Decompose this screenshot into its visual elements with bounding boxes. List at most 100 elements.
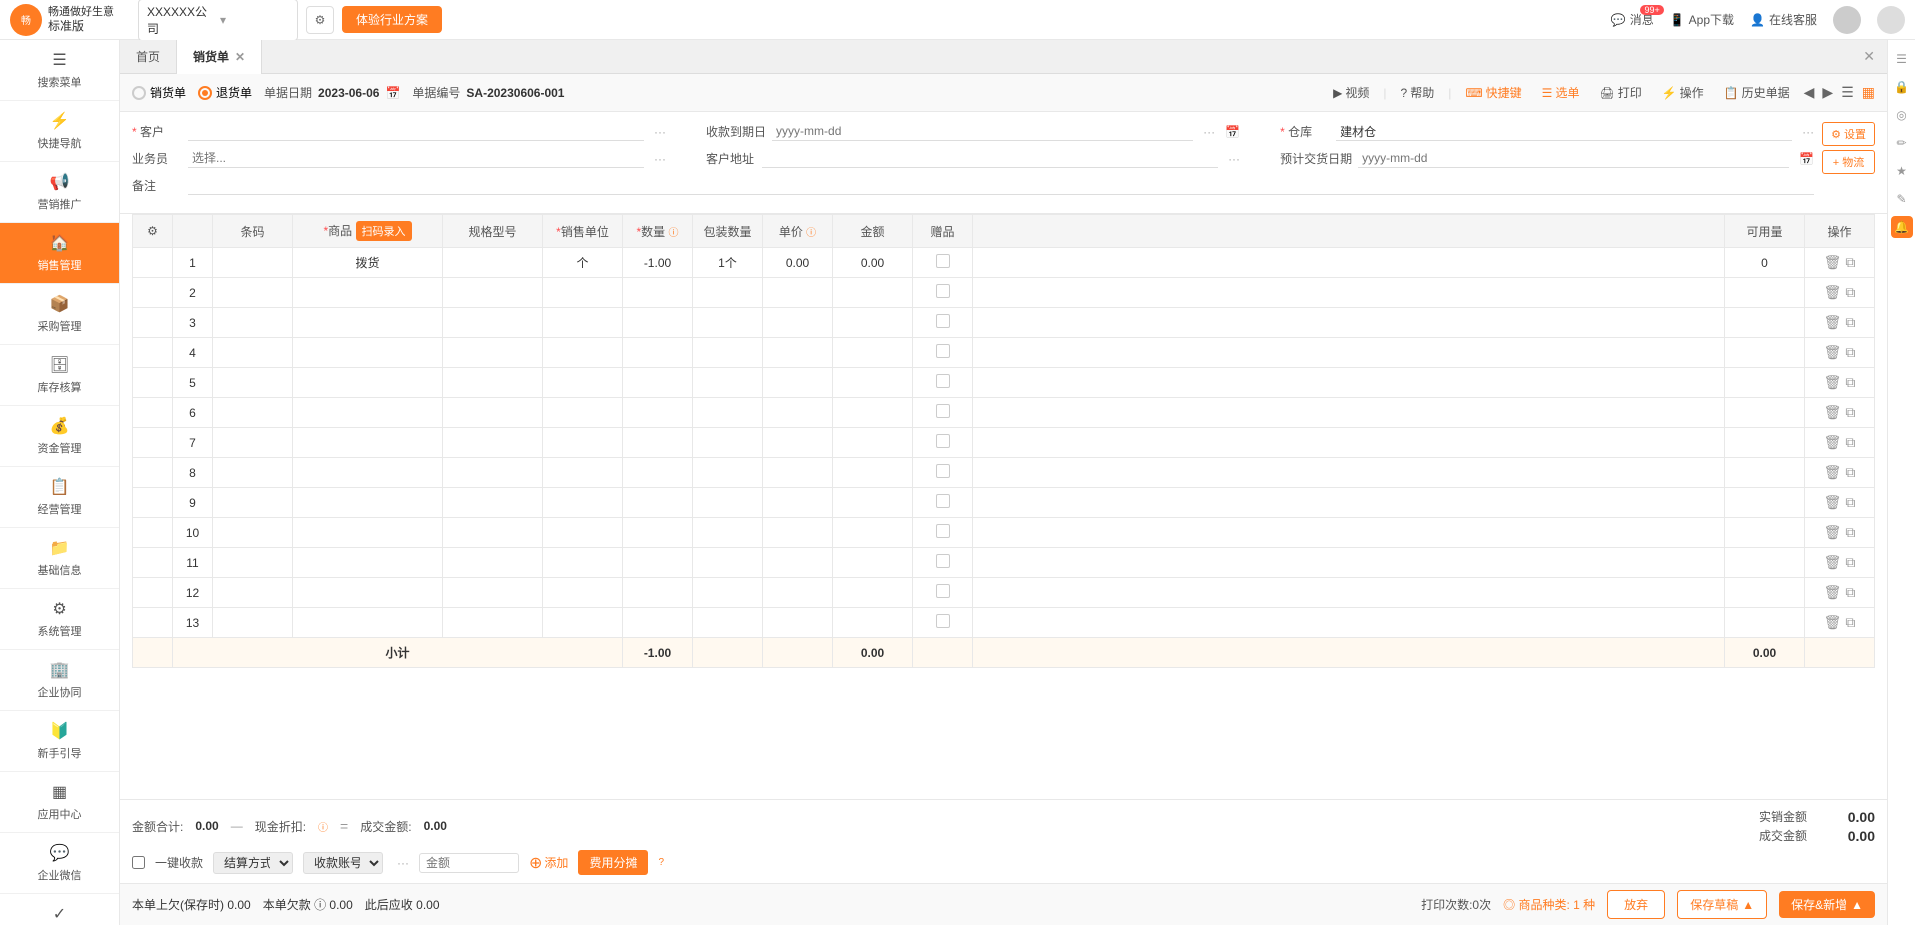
help-btn[interactable]: ? 帮助 xyxy=(1395,82,1441,103)
print-btn[interactable]: 🖨 打印 xyxy=(1593,82,1647,103)
notes-input[interactable] xyxy=(188,176,1814,195)
salesperson-dots-icon[interactable]: ··· xyxy=(654,152,666,166)
row-unit-cell[interactable] xyxy=(543,398,623,428)
right-panel-icon-6[interactable]: ✎ xyxy=(1891,188,1913,210)
save-new-button[interactable]: 保存&新增 ▲ xyxy=(1779,891,1875,918)
row-product-cell[interactable] xyxy=(293,488,443,518)
row-barcode-cell[interactable] xyxy=(213,248,293,278)
online-support-item[interactable]: 👤 在线客服 xyxy=(1750,11,1817,28)
sidebar-item-system[interactable]: ⚙ 系统管理 xyxy=(0,589,119,650)
user-avatar[interactable] xyxy=(1833,6,1861,34)
row-gift-cell[interactable] xyxy=(913,428,973,458)
row-product-cell[interactable] xyxy=(293,578,443,608)
row-pkg-qty-cell[interactable] xyxy=(693,278,763,308)
settings-button[interactable]: ⚙ 设置 xyxy=(1822,122,1875,146)
row-spec-cell[interactable] xyxy=(443,248,543,278)
view-grid-icon[interactable]: ▦ xyxy=(1862,84,1875,101)
row-barcode-cell[interactable] xyxy=(213,398,293,428)
row-amount-cell[interactable]: 0.00 xyxy=(833,248,913,278)
copy-icon[interactable]: ⧉ xyxy=(1845,344,1855,361)
row-gift-cell[interactable] xyxy=(913,338,973,368)
row-gift-cell[interactable] xyxy=(913,248,973,278)
nav-prev-icon[interactable]: ◀ xyxy=(1804,84,1815,101)
row-amount-cell[interactable] xyxy=(833,608,913,638)
row-pkg-qty-cell[interactable]: 1个 xyxy=(693,248,763,278)
row-spec-cell[interactable] xyxy=(443,278,543,308)
row-gift-cell[interactable] xyxy=(913,368,973,398)
row-barcode-cell[interactable] xyxy=(213,518,293,548)
message-item[interactable]: 💬 消息 99+ xyxy=(1611,11,1654,28)
copy-icon[interactable]: ⧉ xyxy=(1845,404,1855,421)
delete-icon[interactable]: 🗑 xyxy=(1824,314,1842,331)
history-btn[interactable]: 📋 历史单据 xyxy=(1718,82,1796,103)
video-btn[interactable]: ▶ 视频 xyxy=(1327,82,1375,103)
delete-icon[interactable]: 🗑 xyxy=(1824,554,1842,571)
settlement-method-select[interactable]: 结算方式 xyxy=(213,852,293,874)
row-amount-cell[interactable] xyxy=(833,548,913,578)
row-product-cell[interactable] xyxy=(293,368,443,398)
row-qty-cell[interactable] xyxy=(623,548,693,578)
row-gift-cell[interactable] xyxy=(913,308,973,338)
sidebar-item-inventory[interactable]: 🗄 库存核算 xyxy=(0,345,119,406)
copy-icon[interactable]: ⧉ xyxy=(1845,434,1855,451)
warehouse-input[interactable] xyxy=(1336,122,1792,141)
row-barcode-cell[interactable] xyxy=(213,608,293,638)
row-amount-cell[interactable] xyxy=(833,368,913,398)
copy-icon[interactable]: ⧉ xyxy=(1845,314,1855,331)
row-unit-cell[interactable] xyxy=(543,278,623,308)
sidebar-item-quick-nav[interactable]: ⚡ 快捷导航 xyxy=(0,101,119,162)
delete-icon[interactable]: 🗑 xyxy=(1824,434,1842,451)
delete-icon[interactable]: 🗑 xyxy=(1824,584,1842,601)
row-spec-cell[interactable] xyxy=(443,458,543,488)
customer-address-dots-icon[interactable]: ··· xyxy=(1228,152,1240,166)
row-spec-cell[interactable] xyxy=(443,488,543,518)
row-spec-cell[interactable] xyxy=(443,398,543,428)
row-unit-cell[interactable] xyxy=(543,488,623,518)
copy-icon[interactable]: ⧉ xyxy=(1845,494,1855,511)
row-amount-cell[interactable] xyxy=(833,458,913,488)
row-pkg-qty-cell[interactable] xyxy=(693,488,763,518)
page-close-icon[interactable]: ✕ xyxy=(1851,48,1887,65)
sidebar-item-marketing[interactable]: 📢 营销推广 xyxy=(0,162,119,223)
trial-button[interactable]: 体验行业方案 xyxy=(342,6,442,33)
right-panel-icon-1[interactable]: ☰ xyxy=(1891,48,1913,70)
row-qty-cell[interactable]: -1.00 xyxy=(623,248,693,278)
row-price-cell[interactable] xyxy=(763,308,833,338)
expected-date-input[interactable] xyxy=(1358,149,1789,168)
sidebar-item-app-center[interactable]: ▦ 应用中心 xyxy=(0,772,119,833)
row-qty-cell[interactable] xyxy=(623,398,693,428)
row-qty-cell[interactable] xyxy=(623,578,693,608)
row-unit-cell[interactable] xyxy=(543,338,623,368)
delete-icon[interactable]: 🗑 xyxy=(1824,344,1842,361)
customer-dots-icon[interactable]: ··· xyxy=(654,125,666,139)
th-settings[interactable]: ⚙ xyxy=(133,215,173,248)
sidebar-item-operations[interactable]: 📋 经营管理 xyxy=(0,467,119,528)
right-panel-icon-4[interactable]: ✏ xyxy=(1891,132,1913,154)
tab-close-icon[interactable]: ✕ xyxy=(235,50,245,64)
sidebar-item-member[interactable]: ✓ 畅会员 xyxy=(0,894,119,925)
warehouse-dots-icon[interactable]: ··· xyxy=(1802,125,1814,139)
copy-icon[interactable]: ⧉ xyxy=(1845,554,1855,571)
row-barcode-cell[interactable] xyxy=(213,338,293,368)
row-product-cell[interactable] xyxy=(293,608,443,638)
payment-date-calendar-icon[interactable]: 📅 xyxy=(1225,125,1240,139)
row-unit-cell[interactable] xyxy=(543,578,623,608)
row-price-cell[interactable] xyxy=(763,428,833,458)
row-amount-cell[interactable] xyxy=(833,578,913,608)
row-product-cell[interactable] xyxy=(293,278,443,308)
copy-icon[interactable]: ⧉ xyxy=(1845,464,1855,481)
row-spec-cell[interactable] xyxy=(443,428,543,458)
row-qty-cell[interactable] xyxy=(623,518,693,548)
logistics-button[interactable]: + 物流 xyxy=(1822,150,1875,174)
view-list-icon[interactable]: ☰ xyxy=(1841,84,1854,101)
row-qty-cell[interactable] xyxy=(623,428,693,458)
row-product-cell[interactable]: 拨货 xyxy=(293,248,443,278)
row-amount-cell[interactable] xyxy=(833,338,913,368)
row-gift-cell[interactable] xyxy=(913,488,973,518)
row-price-cell[interactable] xyxy=(763,548,833,578)
row-qty-cell[interactable] xyxy=(623,308,693,338)
row-barcode-cell[interactable] xyxy=(213,458,293,488)
sidebar-item-purchase[interactable]: 📦 采购管理 xyxy=(0,284,119,345)
row-pkg-qty-cell[interactable] xyxy=(693,608,763,638)
row-pkg-qty-cell[interactable] xyxy=(693,428,763,458)
